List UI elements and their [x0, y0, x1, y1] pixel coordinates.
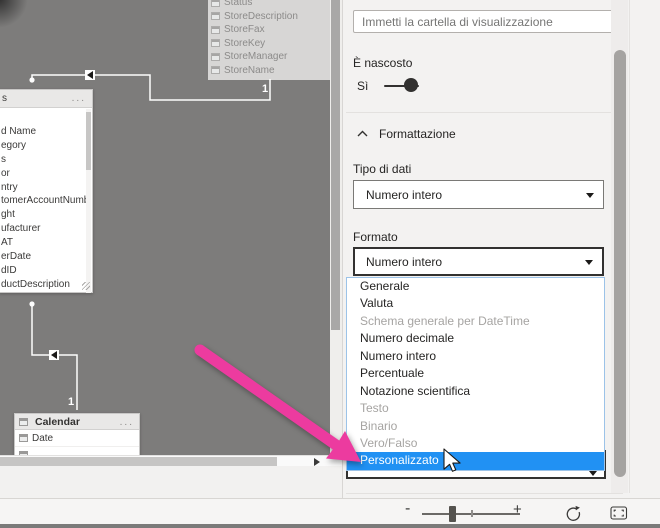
- products-table-card[interactable]: s ... d Name egory s or ntry tomerAccoun…: [0, 89, 93, 293]
- properties-pane: Cartella di visualizzazione È nascosto S…: [342, 0, 660, 498]
- dropdown-caret-icon: [585, 259, 593, 265]
- format-value: Numero intero: [366, 254, 443, 269]
- field-label[interactable]: or: [0, 167, 86, 181]
- card-scrollbar[interactable]: [86, 109, 91, 293]
- format-option[interactable]: Numero intero: [347, 348, 604, 365]
- display-folder-input[interactable]: [353, 10, 614, 33]
- card-menu-button[interactable]: ...: [72, 93, 86, 104]
- field-label[interactable]: egory: [0, 139, 86, 153]
- field-label: Date: [32, 432, 54, 444]
- format-label: Formato: [353, 230, 398, 244]
- hidden-toggle-knob[interactable]: [404, 78, 418, 92]
- zoom-out-button[interactable]: -: [405, 500, 410, 518]
- format-option: Binario: [360, 418, 398, 433]
- format-option[interactable]: Numero decimale: [347, 330, 604, 347]
- format-option: Schema generale per DateTime: [360, 313, 530, 328]
- card-resize-handle[interactable]: [82, 282, 90, 290]
- horizontal-scrollbar-thumb[interactable]: [0, 457, 277, 466]
- data-type-label: Tipo di dati: [353, 162, 412, 176]
- card-scrollbar-thumb[interactable]: [86, 112, 91, 170]
- pane-right-separator: [629, 0, 630, 493]
- field-label[interactable]: ufacturer: [0, 222, 86, 236]
- field-label[interactable]: d Name: [0, 125, 86, 139]
- pane-scrollbar-thumb[interactable]: [614, 50, 626, 477]
- zoom-in-button[interactable]: +: [513, 501, 522, 518]
- table-field-icon: [19, 434, 28, 442]
- section-divider: [346, 112, 623, 113]
- vertical-scrollbar-thumb[interactable]: [331, 0, 340, 330]
- card-menu-button[interactable]: ...: [120, 417, 134, 428]
- field-label[interactable]: ght: [0, 208, 86, 222]
- field-label[interactable]: erDate: [0, 250, 86, 264]
- canvas-vertical-scrollbar[interactable]: [330, 0, 342, 455]
- field-label[interactable]: dID: [0, 264, 86, 278]
- relationship-one-label: 1: [68, 396, 75, 408]
- collapse-section-chevron-icon[interactable]: [357, 130, 368, 137]
- pane-bottom-divider: [346, 493, 623, 494]
- format-dropdown[interactable]: Numero intero: [353, 247, 604, 276]
- format-option[interactable]: Percentuale: [347, 365, 604, 382]
- relationship-one-label: 1: [262, 83, 269, 95]
- zoom-slider-thumb[interactable]: [449, 506, 456, 522]
- field-list: d Name egory s or ntry tomerAccountNumbe…: [0, 108, 86, 292]
- field-label[interactable]: tomerAccountNumber: [0, 194, 86, 208]
- table-row[interactable]: Date: [15, 430, 139, 447]
- relationship-many-arrow-icon: [85, 70, 95, 80]
- field-label[interactable]: s: [0, 153, 86, 167]
- field-label[interactable]: ntry: [0, 181, 86, 195]
- table-name-fragment: s: [2, 93, 7, 104]
- toggle-value-label: Sì: [357, 79, 369, 93]
- zoom-slider-tick: [471, 510, 473, 517]
- powerbi-window: { "colors": { "accent_blue": "#2191f3", …: [0, 0, 660, 528]
- format-option[interactable]: Valuta: [347, 295, 604, 312]
- scroll-right-arrow-icon[interactable]: [314, 458, 320, 466]
- format-option: Testo: [360, 401, 389, 416]
- card-header[interactable]: s ...: [0, 90, 92, 108]
- display-folder-label-clipped: Cartella di visualizzazione: [353, 0, 553, 3]
- format-option: Vero/Falso: [360, 435, 418, 450]
- format-option[interactable]: Generale: [347, 278, 604, 295]
- status-zoom-bar: - +: [0, 498, 660, 524]
- table-icon: [19, 417, 28, 426]
- data-type-value: Numero intero: [366, 187, 443, 202]
- format-option[interactable]: Notazione scientifica: [347, 383, 604, 400]
- formatting-section-header[interactable]: Formattazione: [379, 127, 456, 141]
- dropdown-caret-icon: [586, 192, 594, 198]
- format-option-selected[interactable]: Personalizzato: [347, 452, 604, 470]
- fit-to-screen-icon[interactable]: [610, 506, 628, 525]
- calendar-table-card[interactable]: Calendar ... Date: [14, 413, 140, 455]
- relationship-many-arrow-icon: [49, 350, 59, 360]
- canvas-lower-margin: [0, 466, 342, 498]
- table-row[interactable]: [15, 447, 139, 455]
- card-header[interactable]: Calendar ...: [15, 414, 139, 430]
- field-label[interactable]: ductDescription: [0, 278, 86, 292]
- window-bottom-border: [0, 524, 660, 528]
- dropdown-caret-icon: [589, 471, 597, 476]
- format-options-list: Generale Valuta Schema generale per Date…: [346, 277, 605, 471]
- data-type-dropdown[interactable]: Numero intero: [353, 180, 604, 209]
- field-label[interactable]: AT: [0, 236, 86, 250]
- model-view-canvas[interactable]: Status StoreDescription StoreFax StoreKe…: [0, 0, 342, 455]
- table-name: Calendar: [35, 415, 80, 428]
- is-hidden-label: È nascosto: [353, 56, 413, 70]
- canvas-horizontal-scrollbar[interactable]: [0, 455, 342, 466]
